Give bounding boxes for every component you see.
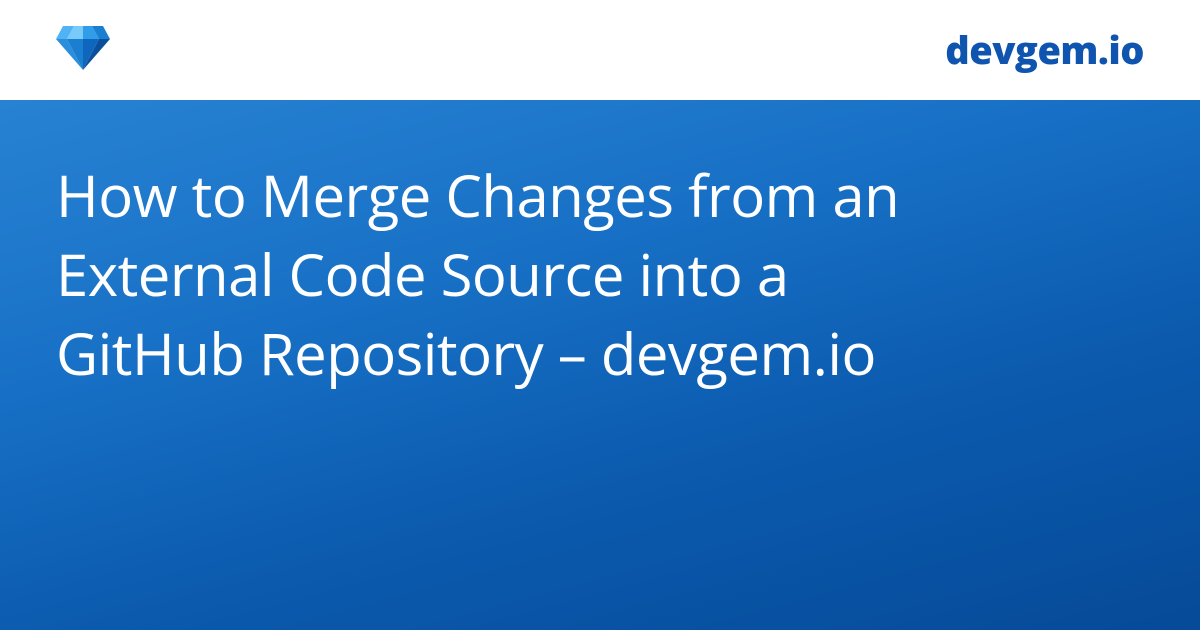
gem-logo-icon <box>56 26 110 70</box>
page-title: How to Merge Changes from an External Co… <box>56 156 976 393</box>
brand-wordmark: devgem.io <box>945 24 1144 76</box>
header-bar: devgem.io <box>0 0 1200 100</box>
hero-banner: How to Merge Changes from an External Co… <box>0 100 1200 630</box>
